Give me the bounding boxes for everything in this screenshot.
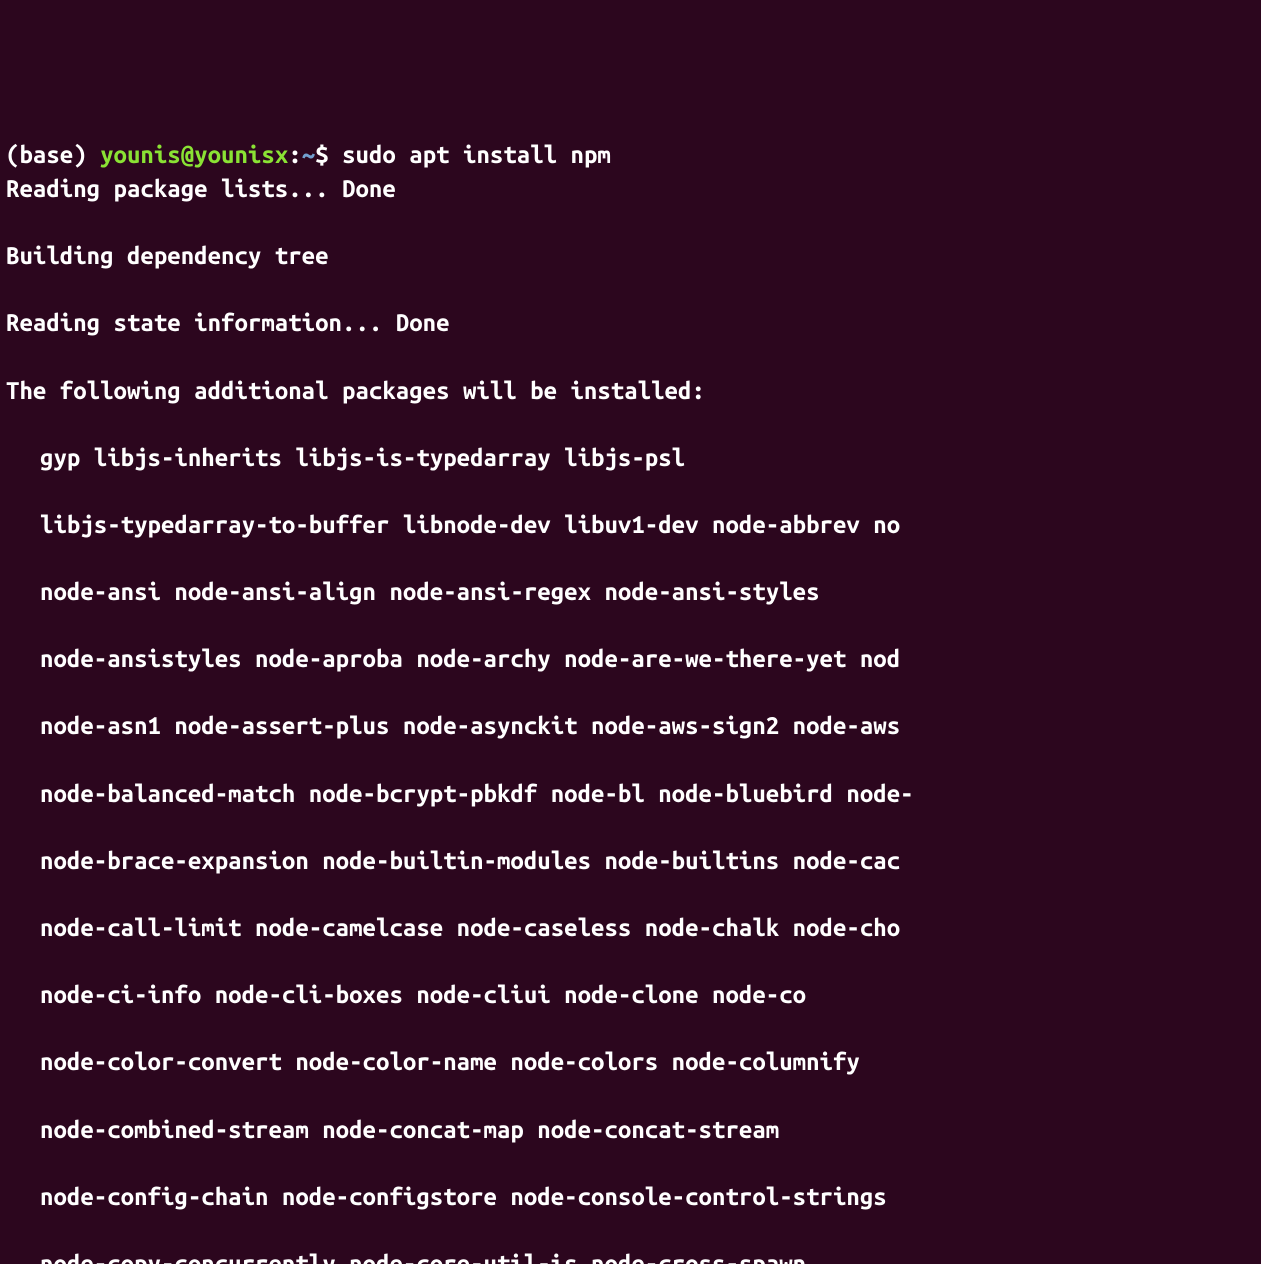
prompt-dollar: $ — [315, 141, 342, 168]
package-line: node-call-limit node-camelcase node-case… — [6, 911, 1255, 945]
package-line: node-asn1 node-assert-plus node-asynckit… — [6, 709, 1255, 743]
command-text: sudo apt install npm — [342, 141, 611, 168]
output-line: Reading state information... Done — [6, 306, 1255, 340]
package-line: node-config-chain node-configstore node-… — [6, 1180, 1255, 1214]
package-line: gyp libjs-inherits libjs-is-typedarray l… — [6, 441, 1255, 475]
package-line: node-color-convert node-color-name node-… — [6, 1045, 1255, 1079]
prompt-path: ~ — [302, 141, 315, 168]
prompt-env: (base) — [6, 141, 100, 168]
output-line: The following additional packages will b… — [6, 374, 1255, 408]
package-line: node-balanced-match node-bcrypt-pbkdf no… — [6, 777, 1255, 811]
package-line: node-combined-stream node-concat-map nod… — [6, 1113, 1255, 1147]
output-line: Reading package lists... Done — [6, 172, 1255, 206]
prompt-user-host: younis@younisx — [100, 141, 288, 168]
package-line: libjs-typedarray-to-buffer libnode-dev l… — [6, 508, 1255, 542]
package-line: node-ansi node-ansi-align node-ansi-rege… — [6, 575, 1255, 609]
output-line: Building dependency tree — [6, 239, 1255, 273]
package-line: node-copy-concurrently node-core-util-is… — [6, 1247, 1255, 1264]
terminal-window[interactable]: (base) younis@younisx:~$ sudo apt instal… — [6, 138, 1255, 1264]
prompt-colon: : — [288, 141, 301, 168]
package-line: node-ansistyles node-aproba node-archy n… — [6, 642, 1255, 676]
package-line: node-ci-info node-cli-boxes node-cliui n… — [6, 978, 1255, 1012]
package-line: node-brace-expansion node-builtin-module… — [6, 844, 1255, 878]
prompt-line: (base) younis@younisx:~$ sudo apt instal… — [6, 141, 611, 168]
